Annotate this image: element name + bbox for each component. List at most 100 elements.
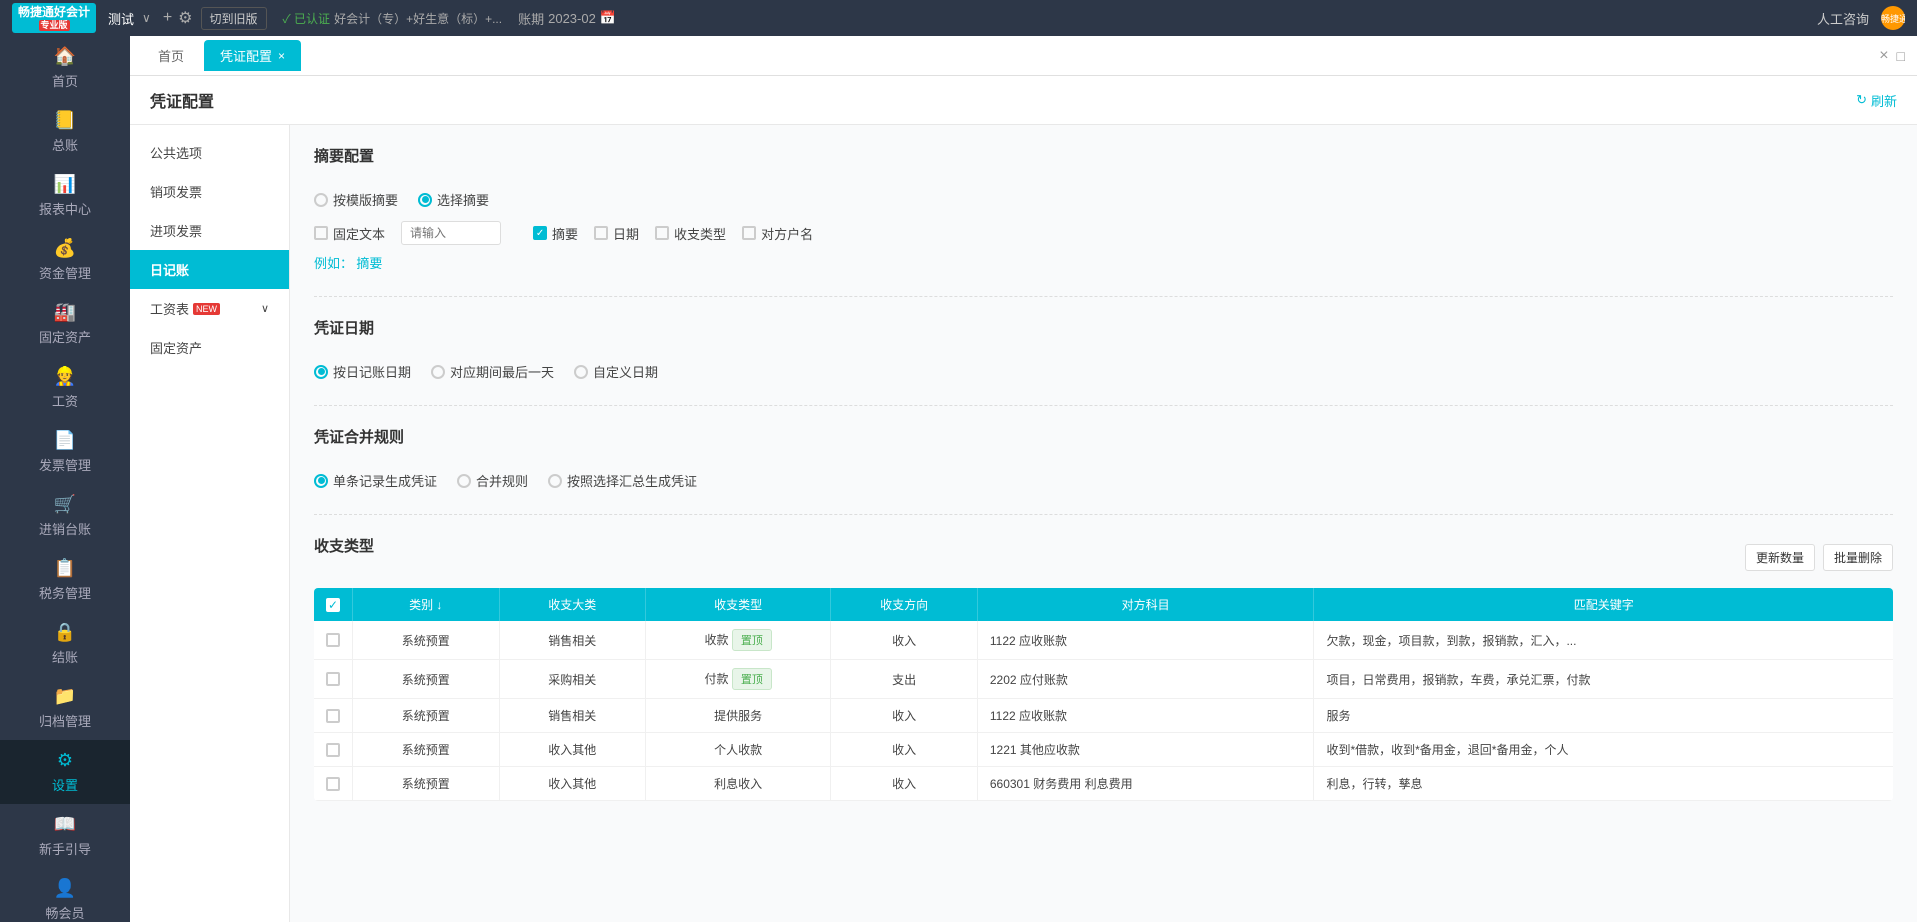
settings-icon[interactable]: ⚙ bbox=[178, 8, 192, 28]
sidebar-item-invoice[interactable]: 📄 发票管理 bbox=[0, 420, 130, 484]
checkbox-counterpart[interactable]: 对方户名 bbox=[742, 224, 813, 243]
row-category-5: 系统预置 bbox=[353, 767, 500, 801]
sidebar-label-closeout: 结账 bbox=[52, 647, 78, 666]
tab-voucher-config[interactable]: 凭证配置 × bbox=[204, 40, 301, 71]
certified-tag: ✓ 已认证 bbox=[283, 10, 331, 27]
refresh-button[interactable]: ↻ 刷新 bbox=[1856, 91, 1897, 110]
purchases-icon: 🛒 bbox=[54, 494, 76, 515]
user-avatar[interactable]: 畅捷通B组... bbox=[1881, 6, 1905, 30]
topbar-right: 人工咨询 畅捷通B组... bbox=[1817, 6, 1905, 30]
sidebar-item-settings[interactable]: ⚙ 设置 bbox=[0, 740, 130, 804]
fixed-text-input[interactable] bbox=[401, 221, 501, 245]
row-direction-5: 收入 bbox=[831, 767, 978, 801]
closeout-icon: 🔒 bbox=[54, 622, 76, 643]
archive-icon: 📁 bbox=[54, 686, 76, 707]
radio-merge-circle bbox=[457, 474, 471, 488]
sidebar: 🏠 首页 📒 总账 📊 报表中心 💰 资金管理 🏭 固定资产 👷 工资 📄 发票… bbox=[0, 36, 130, 922]
consult-link[interactable]: 人工咨询 bbox=[1817, 9, 1869, 28]
radio-journal-date[interactable]: 按日记账日期 bbox=[314, 362, 411, 381]
company-name: 测试 bbox=[108, 9, 134, 28]
th-checkbox[interactable]: ✓ bbox=[314, 588, 353, 621]
row-checkbox-4[interactable] bbox=[314, 733, 353, 767]
row-keywords-3: 服务 bbox=[1314, 699, 1893, 733]
sidebar-item-purchases[interactable]: 🛒 进销台账 bbox=[0, 484, 130, 548]
summary-checkbox: ✓ bbox=[533, 226, 547, 240]
radio-merge-rules[interactable]: 合并规则 bbox=[457, 471, 528, 490]
left-nav-item-sales-invoice[interactable]: 销项发票 bbox=[130, 172, 289, 211]
checkbox-date[interactable]: 日期 bbox=[594, 224, 639, 243]
checkbox-fixed-text[interactable]: 固定文本 bbox=[314, 224, 385, 243]
topbar-actions: + ⚙ bbox=[163, 8, 193, 28]
row-checkbox-2[interactable] bbox=[314, 660, 353, 699]
tab-home[interactable]: 首页 bbox=[142, 40, 200, 71]
main-layout: 🏠 首页 📒 总账 📊 报表中心 💰 资金管理 🏭 固定资产 👷 工资 📄 发票… bbox=[0, 36, 1917, 922]
row-category-3: 系统预置 bbox=[353, 699, 500, 733]
income-table-header: 收支类型 更新数量 批量删除 bbox=[314, 535, 1893, 580]
row-checkbox-3[interactable] bbox=[314, 699, 353, 733]
sidebar-item-member[interactable]: 👤 畅会员 bbox=[0, 868, 130, 922]
table-row: 系统预置 收入其他 利息收入 收入 660301 财务费用 利息费用 利息，行转… bbox=[314, 767, 1893, 801]
app-logo: 畅捷通好会计 专业版 bbox=[12, 3, 96, 32]
content-area: 首页 凭证配置 × × □ 凭证配置 ↻ 刷新 公共选项 bbox=[130, 36, 1917, 922]
sidebar-item-assets[interactable]: 🏭 固定资产 bbox=[0, 292, 130, 356]
sidebar-label-settings: 设置 bbox=[52, 775, 78, 794]
left-nav-item-fixed-assets[interactable]: 固定资产 bbox=[130, 328, 289, 367]
sidebar-label-archive: 归档管理 bbox=[39, 711, 91, 730]
row-checkbox-1[interactable] bbox=[314, 621, 353, 660]
row-major-4: 收入其他 bbox=[499, 733, 646, 767]
row-keywords-5: 利息，行转，孳息 bbox=[1314, 767, 1893, 801]
radio-template-summary[interactable]: 按模版摘要 bbox=[314, 190, 398, 209]
left-nav-item-payroll[interactable]: 工资表 NEW ∨ bbox=[130, 289, 289, 328]
row-category-1: 系统预置 bbox=[353, 621, 500, 660]
reset-button-2[interactable]: 置顶 bbox=[732, 668, 772, 690]
radio-journal-circle bbox=[314, 365, 328, 379]
radio-select-summary[interactable]: 选择摘要 bbox=[418, 190, 489, 209]
calendar-icon[interactable]: 📅 bbox=[600, 10, 616, 26]
checkbox-summary[interactable]: ✓ 摘要 bbox=[533, 224, 578, 243]
sidebar-label-funds: 资金管理 bbox=[39, 263, 91, 282]
income-table: ✓ 类别 ↓ 收支大类 收支类型 收支方向 对方科目 匹配关键字 bbox=[314, 588, 1893, 801]
row-direction-3: 收入 bbox=[831, 699, 978, 733]
accounting-period: 账期 2023-02 📅 bbox=[518, 9, 616, 28]
reports-icon: 📊 bbox=[54, 174, 76, 195]
payroll-expand-icon[interactable]: ∨ bbox=[261, 302, 269, 315]
radio-period-last-date[interactable]: 对应期间最后一天 bbox=[431, 362, 554, 381]
row-checkbox-5[interactable] bbox=[314, 767, 353, 801]
sidebar-item-guide[interactable]: 📖 新手引导 bbox=[0, 804, 130, 868]
sidebar-item-funds[interactable]: 💰 资金管理 bbox=[0, 228, 130, 292]
sidebar-item-ledger[interactable]: 📒 总账 bbox=[0, 100, 130, 164]
window-close-icon[interactable]: × bbox=[1879, 47, 1888, 65]
window-max-icon[interactable]: □ bbox=[1897, 48, 1905, 64]
sidebar-item-tax[interactable]: 📋 税务管理 bbox=[0, 548, 130, 612]
radio-single-record[interactable]: 单条记录生成凭证 bbox=[314, 471, 437, 490]
invoice-icon: 📄 bbox=[54, 430, 76, 451]
row-account-4: 1221 其他应收款 bbox=[977, 733, 1314, 767]
sidebar-label-guide: 新手引导 bbox=[39, 839, 91, 858]
reset-button-1[interactable]: 置顶 bbox=[732, 629, 772, 651]
row-major-5: 收入其他 bbox=[499, 767, 646, 801]
add-icon[interactable]: + bbox=[163, 9, 172, 27]
th-direction: 收支方向 bbox=[831, 588, 978, 621]
merge-title: 凭证合并规则 bbox=[314, 426, 1893, 455]
update-count-button[interactable]: 更新数量 bbox=[1745, 544, 1815, 571]
company-dropdown-icon[interactable]: ∨ bbox=[142, 11, 151, 25]
page-title: 凭证配置 bbox=[150, 88, 214, 112]
batch-delete-button[interactable]: 批量删除 bbox=[1823, 544, 1893, 571]
left-nav-item-journal[interactable]: 日记账 bbox=[130, 250, 289, 289]
tab-close-icon[interactable]: × bbox=[278, 49, 285, 63]
th-major-type: 收支大类 bbox=[499, 588, 646, 621]
checkbox-type[interactable]: 收支类型 bbox=[655, 224, 726, 243]
switch-version-button[interactable]: 切到旧版 bbox=[201, 7, 267, 30]
radio-custom-date[interactable]: 自定义日期 bbox=[574, 362, 658, 381]
sidebar-item-payroll[interactable]: 👷 工资 bbox=[0, 356, 130, 420]
sidebar-item-reports[interactable]: 📊 报表中心 bbox=[0, 164, 130, 228]
sidebar-item-archive[interactable]: 📁 归档管理 bbox=[0, 676, 130, 740]
sidebar-item-home[interactable]: 🏠 首页 bbox=[0, 36, 130, 100]
left-nav-item-purchase-invoice[interactable]: 进项发票 bbox=[130, 211, 289, 250]
sidebar-label-purchases: 进销台账 bbox=[39, 519, 91, 538]
sidebar-label-member: 畅会员 bbox=[45, 903, 84, 922]
row-account-1: 1122 应收账款 bbox=[977, 621, 1314, 660]
sidebar-item-closeout[interactable]: 🔒 结账 bbox=[0, 612, 130, 676]
left-nav-item-public[interactable]: 公共选项 bbox=[130, 133, 289, 172]
radio-summary-generate[interactable]: 按照选择汇总生成凭证 bbox=[548, 471, 697, 490]
